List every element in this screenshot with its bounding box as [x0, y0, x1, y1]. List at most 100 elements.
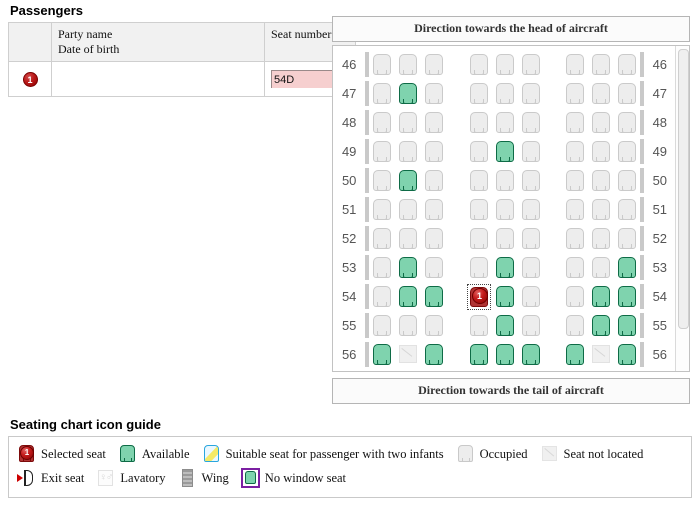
- scrollbar-thumb[interactable]: [678, 49, 689, 329]
- seat-46E: [493, 53, 517, 77]
- legend-label-exit-seat: Exit seat: [41, 470, 85, 485]
- two-infants-seat-icon: [200, 443, 222, 465]
- seat-49E[interactable]: [493, 140, 517, 164]
- available-seat-icon: [398, 82, 417, 104]
- seat-group-left: [369, 198, 447, 222]
- row-number-left: 48: [341, 115, 357, 130]
- seat-56E[interactable]: [493, 343, 517, 367]
- seat-row-49: 49 49: [333, 137, 676, 166]
- occupied-seat-icon: [566, 111, 585, 133]
- seat-51B: [396, 198, 420, 222]
- seat-56K[interactable]: [615, 343, 639, 367]
- occupied-seat-icon: [592, 111, 611, 133]
- seat-50K: [615, 169, 639, 193]
- seat-50B[interactable]: [396, 169, 420, 193]
- seat-49G: [519, 140, 543, 164]
- seat-51K: [615, 198, 639, 222]
- available-seat-icon: [495, 256, 514, 278]
- occupied-seat-icon: [521, 227, 540, 249]
- seat-52E: [493, 227, 517, 251]
- seat-54B[interactable]: [396, 285, 420, 309]
- row-number-left: 51: [341, 202, 357, 217]
- occupied-seat-icon: [566, 198, 585, 220]
- seat-56G[interactable]: [519, 343, 543, 367]
- seat-48D: [467, 111, 491, 135]
- seat-group-left: [369, 227, 447, 251]
- seat-54E[interactable]: [493, 285, 517, 309]
- selected-seat-focus-ring[interactable]: 1: [466, 283, 491, 310]
- seat-50H: [563, 169, 587, 193]
- occupied-seat-icon: [424, 140, 443, 162]
- seat-55K[interactable]: [615, 314, 639, 338]
- seat-54C[interactable]: [422, 285, 446, 309]
- seat-55D: [467, 314, 491, 338]
- occupied-seat-icon: [495, 169, 514, 191]
- seat-56H[interactable]: [563, 343, 587, 367]
- occupied-seat-icon: [469, 53, 488, 75]
- occupied-seat-icon: [521, 198, 540, 220]
- seat-group-center: 1: [466, 283, 544, 310]
- seat-55J[interactable]: [589, 314, 613, 338]
- seat-53D: [467, 256, 491, 280]
- available-seat-icon: [469, 343, 488, 365]
- occupied-seat-icon: [566, 169, 585, 191]
- seat-48J: [589, 111, 613, 135]
- occupied-seat-icon: [566, 82, 585, 104]
- seat-47B[interactable]: [396, 82, 420, 106]
- seat-51C: [422, 198, 446, 222]
- occupied-seat-icon: [398, 227, 417, 249]
- occupied-seat-icon: [424, 198, 443, 220]
- seat-56D[interactable]: [467, 343, 491, 367]
- seat-group-center: [466, 53, 544, 77]
- seat-50A: [370, 169, 394, 193]
- seat-row-53: 53 53: [333, 253, 676, 282]
- seat-50D: [467, 169, 491, 193]
- seat-group-left: [369, 53, 447, 77]
- seat-54D[interactable]: 1: [466, 283, 491, 310]
- seat-53B[interactable]: [396, 256, 420, 280]
- seat-56C[interactable]: [422, 343, 446, 367]
- occupied-seat-icon: [398, 140, 417, 162]
- seat-group-right: [562, 169, 640, 193]
- occupied-seat-icon: [592, 82, 611, 104]
- seat-map-scrollbar[interactable]: [675, 46, 689, 371]
- occupied-seat-icon: [372, 256, 391, 278]
- seat-54K[interactable]: [615, 285, 639, 309]
- seat-group-right: [562, 198, 640, 222]
- seat-52B: [396, 227, 420, 251]
- seat-47D: [467, 82, 491, 106]
- legend-label-occupied: Occupied: [479, 446, 528, 461]
- seat-51G: [519, 198, 543, 222]
- occupied-seat-icon: [566, 53, 585, 75]
- legend-row-1: 1 Selected seat Available Suitable seat …: [15, 442, 685, 466]
- seat-54J[interactable]: [589, 285, 613, 309]
- seat-47H: [563, 82, 587, 106]
- legend-title: Seating chart icon guide: [10, 417, 161, 432]
- seat-group-left: [369, 314, 447, 338]
- occupied-seat-icon: [469, 169, 488, 191]
- row-number-right: 46: [652, 57, 668, 72]
- occupied-seat-icon: [424, 111, 443, 133]
- seat-55E[interactable]: [493, 314, 517, 338]
- legend-box: 1 Selected seat Available Suitable seat …: [8, 436, 692, 498]
- seat-56A[interactable]: [370, 343, 394, 367]
- legend-label-two-infants: Suitable seat for passenger with two inf…: [225, 446, 444, 461]
- occupied-seat-icon: [372, 314, 391, 336]
- occupied-seat-icon: [372, 82, 391, 104]
- seat-group-center: [466, 198, 544, 222]
- seat-46B: [396, 53, 420, 77]
- seat-map-scroll-area[interactable]: 46 46 47 47 48 48 49 49 50 50 51 51 52 52 53 53 54 1 54 55 5…: [333, 46, 676, 371]
- legend-label-selected-seat: Selected seat: [41, 446, 106, 461]
- seat-52A: [370, 227, 394, 251]
- available-seat-icon: [592, 314, 611, 336]
- occupied-seat-icon: [618, 82, 637, 104]
- occupied-seat-icon: [372, 111, 391, 133]
- seat-56J: [589, 343, 613, 367]
- seat-row-46: 46 46: [333, 50, 676, 79]
- selected-seat-badge: 1: [471, 287, 488, 304]
- seat-53K[interactable]: [615, 256, 639, 280]
- seat-53E[interactable]: [493, 256, 517, 280]
- seat-46G: [519, 53, 543, 77]
- seat-row-52: 52 52: [333, 224, 676, 253]
- seat-49K: [615, 140, 639, 164]
